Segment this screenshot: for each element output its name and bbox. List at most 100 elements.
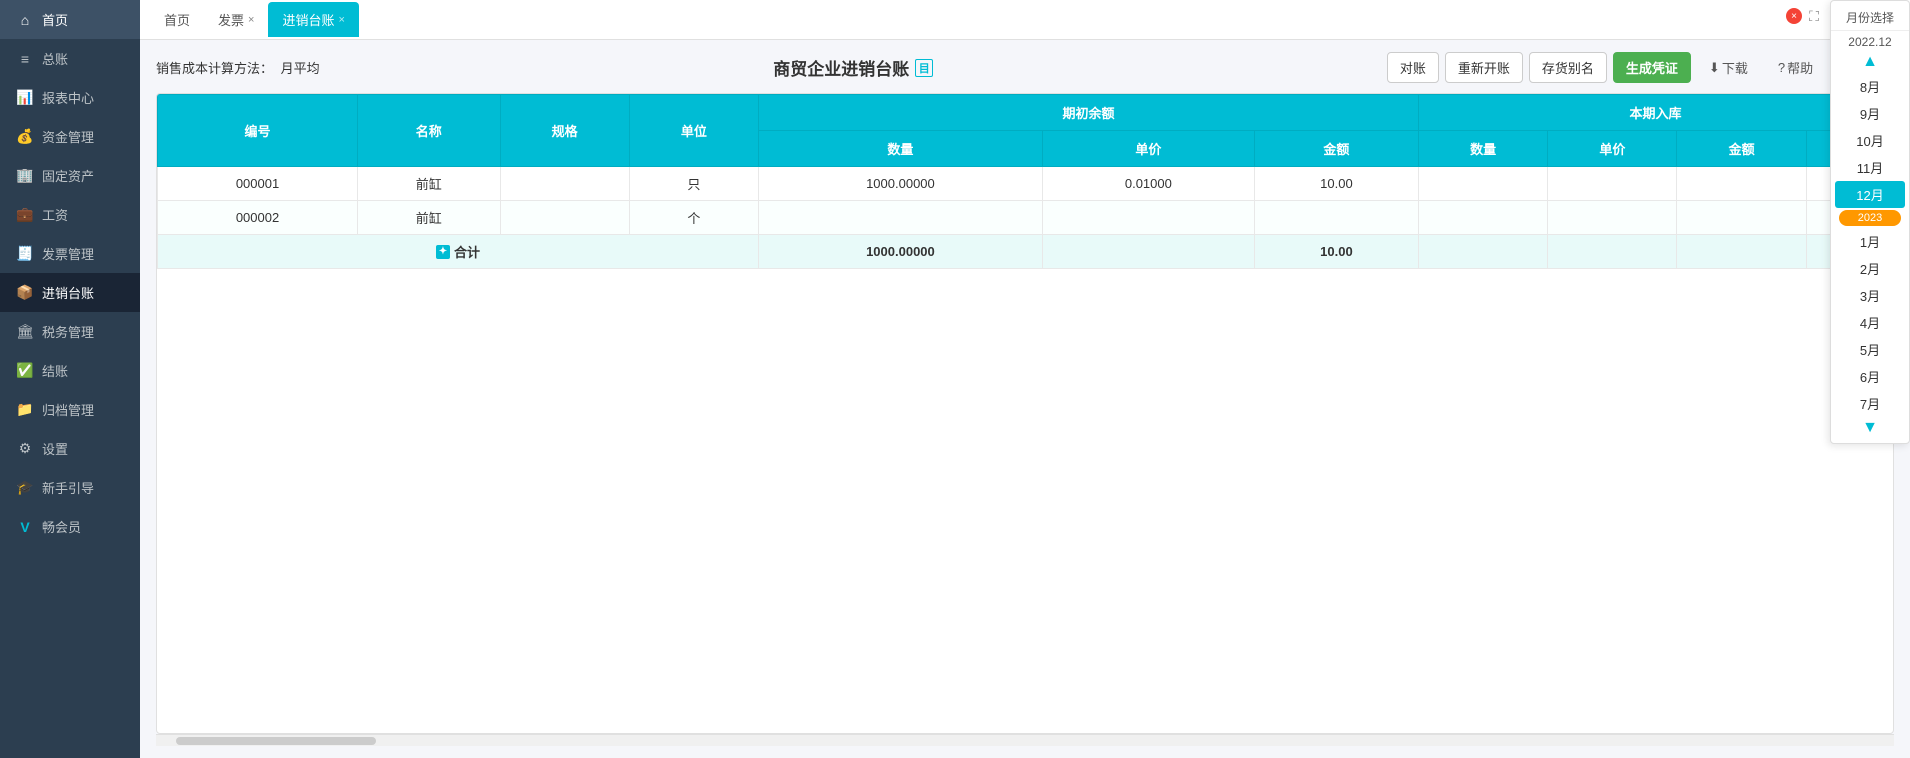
- total-icon: ✦: [436, 245, 450, 259]
- month-item-10[interactable]: 10月: [1831, 127, 1909, 154]
- col-in-price: 单价: [1548, 131, 1677, 167]
- total-in-qty: [1419, 235, 1548, 269]
- membership-icon: V: [16, 519, 34, 535]
- funds-icon: 💰: [16, 128, 34, 145]
- sidebar-item-general-ledger[interactable]: ≡ 总账: [0, 39, 140, 78]
- inventory-table: 编号 名称 规格 单位 期初余额 本期入库 数量 单价 金额 数量 单价 金额: [157, 94, 1893, 269]
- content-header: 销售成本计算方法： 月平均 商贸企业进销台账 目 对账 重新开账 存货别名 生成…: [156, 52, 1894, 83]
- col-name: 名称: [358, 95, 500, 167]
- reconcile-button[interactable]: 对账: [1387, 52, 1439, 83]
- tab-bar: 首页 发票 × 进销台账 ×: [140, 0, 1910, 40]
- col-start-price: 单价: [1042, 131, 1254, 167]
- sidebar-item-fixed-assets[interactable]: 🏢 固定资产: [0, 156, 140, 195]
- total-in-price: [1548, 235, 1677, 269]
- tab-inventory[interactable]: 进销台账 ×: [268, 2, 358, 37]
- total-start-amount: 10.00: [1254, 235, 1418, 269]
- close-button[interactable]: ×: [1786, 8, 1802, 24]
- cell-start-qty: [759, 201, 1043, 235]
- cell-in-qty: [1419, 167, 1548, 201]
- sidebar-item-home[interactable]: ⌂ 首页: [0, 0, 140, 39]
- assets-icon: 🏢: [16, 167, 34, 184]
- month-item-11[interactable]: 11月: [1831, 154, 1909, 181]
- cell-in-amount: [1677, 167, 1806, 201]
- download-button[interactable]: ⬇ 下载: [1697, 53, 1760, 82]
- month-down-button[interactable]: ▼: [1858, 419, 1882, 437]
- sidebar-item-reports[interactable]: 📊 报表中心: [0, 78, 140, 117]
- reports-icon: 📊: [16, 89, 34, 106]
- col-start-amount: 金额: [1254, 131, 1418, 167]
- month-selector-panel: 月份选择 2022.12 ▲ 8月 9月 10月 11月 12月 2023 1月…: [1830, 0, 1910, 444]
- month-up-button[interactable]: ▲: [1858, 53, 1882, 71]
- month-nav-up: ▲: [1831, 51, 1909, 73]
- cell-unit: 个: [629, 201, 758, 235]
- tab-inventory-close[interactable]: ×: [338, 14, 344, 26]
- sidebar-item-tutorial[interactable]: 🎓 新手引导: [0, 468, 140, 507]
- col-start-qty: 数量: [759, 131, 1043, 167]
- payroll-icon: 💼: [16, 206, 34, 223]
- maximize-button[interactable]: ⛶: [1806, 8, 1822, 24]
- tab-invoice-close[interactable]: ×: [248, 14, 254, 26]
- sidebar-item-payroll[interactable]: 💼 工资: [0, 195, 140, 234]
- table-row: 000001 前缸 只 1000.00000 0.01000 10.00: [158, 167, 1893, 201]
- sidebar: ⌂ 首页 ≡ 总账 📊 报表中心 💰 资金管理 🏢 固定资产 💼 工资 🧾 发票…: [0, 0, 140, 758]
- sidebar-item-funds[interactable]: 💰 资金管理: [0, 117, 140, 156]
- cell-code: 000002: [158, 201, 358, 235]
- cell-spec: [500, 201, 629, 235]
- generate-voucher-button[interactable]: 生成凭证: [1613, 52, 1691, 83]
- cell-start-amount: 10.00: [1254, 167, 1418, 201]
- main-area: × ⛶ 首页 发票 × 进销台账 × 销售成本计算方法： 月平均 商贸企业进销台…: [140, 0, 1910, 758]
- month-item-7[interactable]: 7月: [1831, 390, 1909, 417]
- page-info-icon[interactable]: 目: [915, 59, 933, 77]
- month-item-2[interactable]: 2月: [1831, 255, 1909, 282]
- cell-name: 前缸: [358, 167, 500, 201]
- col-period-start: 期初余额: [759, 95, 1419, 131]
- sidebar-item-invoice-mgmt[interactable]: 🧾 发票管理: [0, 234, 140, 273]
- invoice-icon: 🧾: [16, 245, 34, 262]
- tab-invoice[interactable]: 发票 ×: [204, 2, 268, 37]
- inventory-icon: 📦: [16, 284, 34, 301]
- help-button[interactable]: ? 帮助: [1766, 53, 1825, 82]
- sidebar-item-membership[interactable]: V 畅会员: [0, 507, 140, 546]
- month-item-12[interactable]: 12月: [1835, 181, 1905, 208]
- cell-code: 000001: [158, 167, 358, 201]
- content-area: 销售成本计算方法： 月平均 商贸企业进销台账 目 对账 重新开账 存货别名 生成…: [140, 40, 1910, 758]
- sidebar-item-archive[interactable]: 📁 归档管理: [0, 390, 140, 429]
- download-icon: ⬇: [1709, 60, 1720, 76]
- tax-icon: 🏛: [16, 323, 34, 340]
- cell-spec: [500, 167, 629, 201]
- cell-in-qty: [1419, 201, 1548, 235]
- col-in-qty: 数量: [1419, 131, 1548, 167]
- scroll-thumb[interactable]: [176, 737, 376, 745]
- col-spec: 规格: [500, 95, 629, 167]
- cell-start-price: 0.01000: [1042, 167, 1254, 201]
- month-item-6[interactable]: 6月: [1831, 363, 1909, 390]
- window-controls: × ⛶: [1786, 8, 1822, 24]
- help-icon: ?: [1778, 60, 1785, 75]
- sidebar-item-tax[interactable]: 🏛 税务管理: [0, 312, 140, 351]
- month-item-5[interactable]: 5月: [1831, 336, 1909, 363]
- cell-in-amount: [1677, 201, 1806, 235]
- cell-start-price: [1042, 201, 1254, 235]
- page-title-area: 商贸企业进销台账 目: [773, 55, 933, 80]
- month-item-8[interactable]: 8月: [1831, 73, 1909, 100]
- reopen-button[interactable]: 重新开账: [1445, 52, 1523, 83]
- checkout-icon: ✅: [16, 362, 34, 379]
- save-alias-button[interactable]: 存货别名: [1529, 52, 1607, 83]
- total-label-cell: ✦ 合计: [158, 235, 759, 269]
- month-item-9[interactable]: 9月: [1831, 100, 1909, 127]
- ledger-icon: ≡: [16, 51, 34, 67]
- month-item-3[interactable]: 3月: [1831, 282, 1909, 309]
- month-item-1[interactable]: 1月: [1831, 228, 1909, 255]
- total-row: ✦ 合计 1000.00000 10.00: [158, 235, 1893, 269]
- tab-home[interactable]: 首页: [150, 2, 204, 37]
- total-in-amount: [1677, 235, 1806, 269]
- sidebar-item-settings[interactable]: ⚙ 设置: [0, 429, 140, 468]
- sidebar-item-inventory[interactable]: 📦 进销台账: [0, 273, 140, 312]
- sidebar-item-checkout[interactable]: ✅ 结账: [0, 351, 140, 390]
- settings-icon: ⚙: [16, 440, 34, 457]
- cell-unit: 只: [629, 167, 758, 201]
- total-start-qty: 1000.00000: [759, 235, 1043, 269]
- table-header-row1: 编号 名称 规格 单位 期初余额 本期入库: [158, 95, 1893, 131]
- month-item-4[interactable]: 4月: [1831, 309, 1909, 336]
- cell-start-qty: 1000.00000: [759, 167, 1043, 201]
